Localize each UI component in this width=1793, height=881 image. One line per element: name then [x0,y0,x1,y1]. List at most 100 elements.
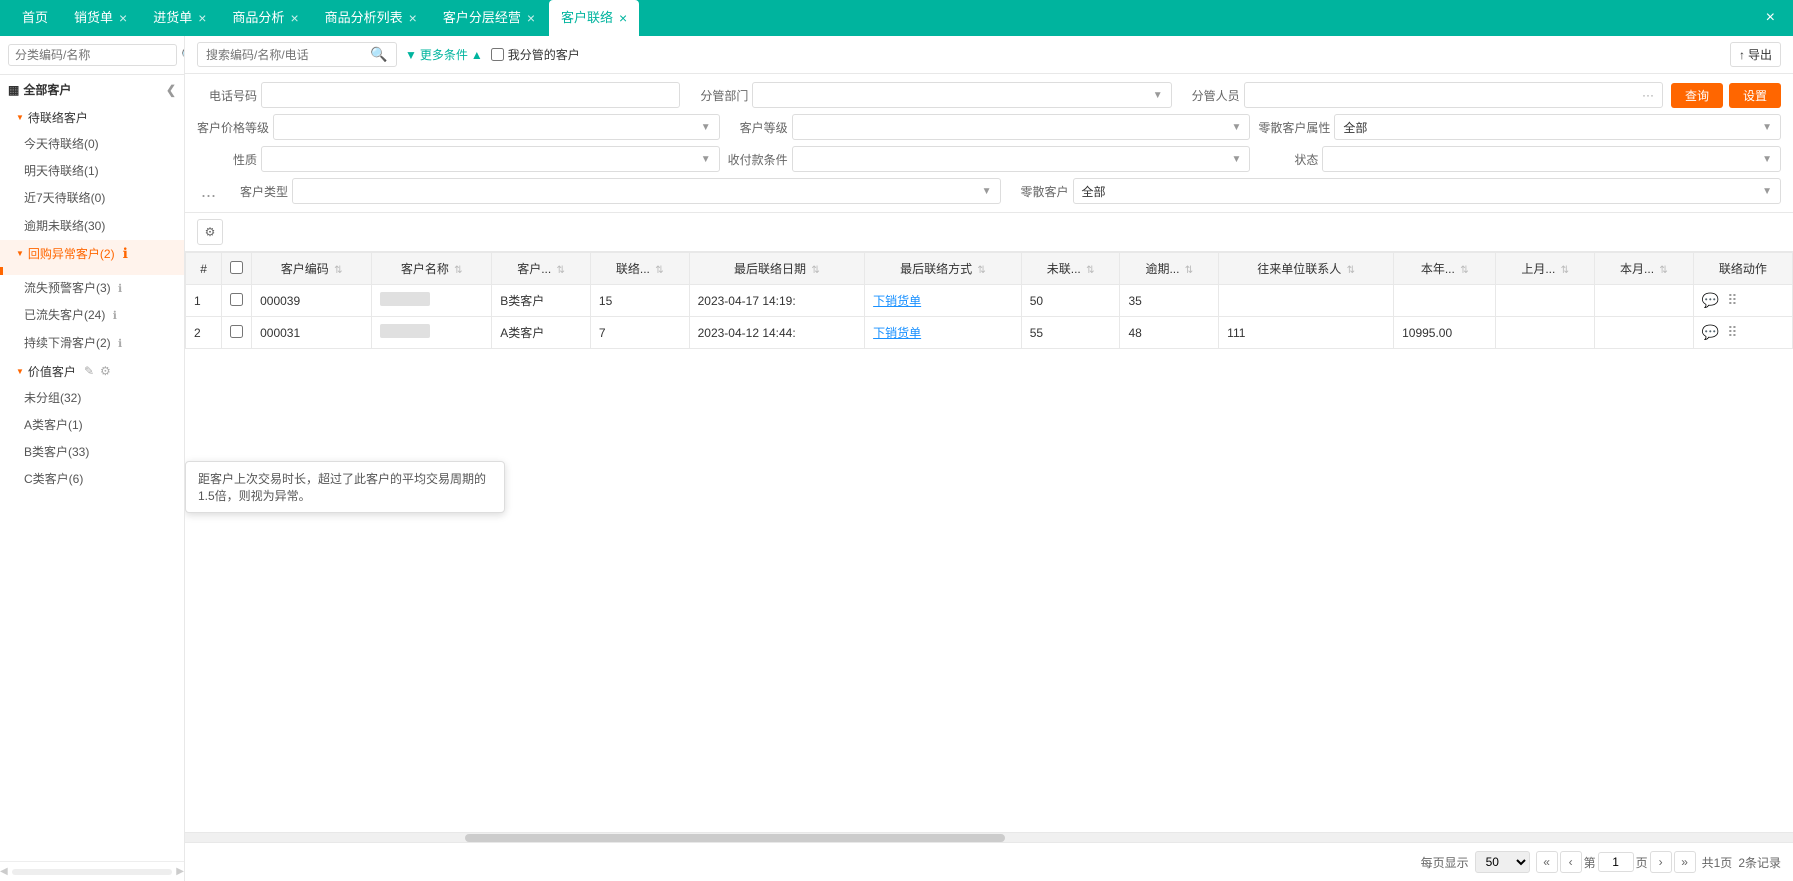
sidebar: 🔍 ▦ 全部客户 ❮ ▼ 待联络客户 今天待联络(0) 明天待联络(1) [0,36,185,881]
th-not-contact[interactable]: 未联... ⇅ [1021,253,1120,285]
more-action-icon-2[interactable]: ⠿ [1727,324,1737,341]
filter-search-icon[interactable]: 🔍 [370,46,387,63]
select-all-checkbox[interactable] [230,261,243,274]
next-page-btn[interactable]: › [1650,851,1672,873]
sidebar-fold-icon[interactable]: ❮ [166,83,176,97]
nav-sales[interactable]: 销货单 × [62,0,139,36]
status-select[interactable]: ▼ [1322,146,1781,172]
info-icon-3: ℹ [113,310,117,322]
content-area: 🔍 ▼ 更多条件 ▲ 我分管的客户 ↑ 导出 电话号码 [185,36,1793,881]
contact-icon-2[interactable]: 💬 [1702,324,1719,341]
person-select[interactable]: ··· [1244,82,1663,108]
filter-search-input[interactable] [206,48,366,62]
sidebar-item-class-c[interactable]: C类客户(6) [0,466,184,493]
method-link-2[interactable]: 下销货单 [873,326,921,340]
expand-icon-3: ▼ [16,367,24,376]
nav-purchase[interactable]: 进货单 × [141,0,218,36]
th-overdue[interactable]: 逾期... ⇅ [1120,253,1219,285]
sort-name-icon: ⇅ [454,265,462,276]
first-page-btn[interactable]: « [1536,851,1558,873]
td-contact-1: 15 [590,285,689,317]
th-code[interactable]: 客户编码 ⇅ [252,253,372,285]
contact-icon-1[interactable]: 💬 [1702,292,1719,309]
scrollbar-thumb[interactable] [465,834,1005,842]
retail-attr-select[interactable]: 全部 ▼ [1334,114,1781,140]
sidebar-item-overdue[interactable]: 逾期未联络(30) [0,213,184,240]
payment-select[interactable]: ▼ [792,146,1251,172]
more-action-icon-1[interactable]: ⠿ [1727,292,1737,309]
pending-group-label: 待联络客户 [28,109,88,126]
more-dots-btn[interactable]: ... [197,181,220,202]
retail-customer-select[interactable]: 全部 ▼ [1073,178,1782,204]
sidebar-all-customers[interactable]: ▦ 全部客户 ❮ [0,75,184,104]
sidebar-item-7days[interactable]: 近7天待联络(0) [0,185,184,212]
th-category[interactable]: 客户... ⇅ [492,253,591,285]
row1-checkbox[interactable] [230,293,243,306]
sidebar-item-class-a[interactable]: A类客户(1) [0,412,184,439]
sidebar-group-value-title[interactable]: ▼ 价值客户 ✎ ⚙ [0,358,184,385]
table-settings-icon[interactable]: ⚙ [197,219,223,245]
nav-product-analysis-list-close[interactable]: × [409,0,417,36]
row2-checkbox[interactable] [230,325,243,338]
per-page-select[interactable]: 50 100 200 [1475,851,1530,873]
gender-select[interactable]: ▼ [261,146,720,172]
nav-product-analysis[interactable]: 商品分析 × [220,0,310,36]
sidebar-all-customers-label: 全部客户 [23,81,71,98]
nav-customer-contact[interactable]: 客户联络 × [549,0,639,36]
th-this-month[interactable]: 本月... ⇅ [1595,253,1694,285]
sidebar-group-value: ▼ 价值客户 ✎ ⚙ 未分组(32) A类客户(1) B类客户(33) C类客户… [0,358,184,494]
customer-type-select[interactable]: ▼ [292,178,1001,204]
sidebar-group-repurchase-title[interactable]: ▼ 回购异常客户(2) ℹ [0,240,184,267]
export-label: 导出 [1748,46,1772,63]
th-last-month[interactable]: 上月... ⇅ [1496,253,1595,285]
sidebar-item-declining[interactable]: 持续下滑客户(2) ℹ [0,330,184,358]
nav-product-analysis-list[interactable]: 商品分析列表 × [313,0,429,36]
th-name[interactable]: 客户名称 ⇅ [372,253,492,285]
query-button[interactable]: 查询 [1671,83,1723,108]
nav-customer-tier[interactable]: 客户分层经营 × [431,0,547,36]
sidebar-item-today[interactable]: 今天待联络(0) [0,131,184,158]
scroll-right-icon[interactable]: ▶ [176,866,184,877]
th-last-contact-date[interactable]: 最后联络日期 ⇅ [689,253,865,285]
sidebar-item-tomorrow[interactable]: 明天待联络(1) [0,158,184,185]
price-grade-select[interactable]: ▼ [273,114,720,140]
nav-customer-tier-close[interactable]: × [527,0,535,36]
sidebar-item-class-b[interactable]: B类客户(33) [0,439,184,466]
nav-home[interactable]: 首页 [10,0,60,36]
filter-retail-attr: 零散客户属性 全部 ▼ [1258,114,1781,140]
scroll-left-icon[interactable]: ◀ [0,866,8,877]
nav-sales-close[interactable]: × [119,0,127,36]
window-close-button[interactable]: × [1758,9,1783,27]
page-suffix: 页 [1636,854,1648,871]
sidebar-search-input[interactable] [8,44,177,66]
export-button[interactable]: ↑ 导出 [1730,42,1781,67]
settings-button[interactable]: 设置 [1729,83,1781,108]
my-customers-checkbox[interactable] [491,48,504,61]
sidebar-item-lost[interactable]: 已流失客户(24) ℹ [0,302,184,330]
edit-icon[interactable]: ✎ [84,364,94,378]
th-last-contact-method[interactable]: 最后联络方式 ⇅ [865,253,1022,285]
dept-select[interactable]: ▼ [752,82,1171,108]
nav-customer-contact-close[interactable]: × [619,0,627,36]
nav-product-analysis-close[interactable]: × [290,0,298,36]
last-page-btn[interactable]: » [1674,851,1696,873]
sidebar-item-ungrouped[interactable]: 未分组(32) [0,385,184,412]
td-name-1 [372,285,492,317]
horizontal-scrollbar[interactable] [185,832,1793,842]
settings-icon[interactable]: ⚙ [100,364,111,378]
more-conditions-btn[interactable]: ▼ 更多条件 ▲ [405,46,483,63]
sidebar-item-loss-warning[interactable]: 流失预警客户(3) ℹ [0,275,184,303]
th-this-year[interactable]: 本年... ⇅ [1394,253,1496,285]
filter-customer-type: 客户类型 ▼ [228,178,1001,204]
sidebar-group-pending-title[interactable]: ▼ 待联络客户 [0,104,184,131]
phone-input[interactable] [261,82,680,108]
customer-grade-select[interactable]: ▼ [792,114,1251,140]
page-input[interactable] [1598,852,1634,872]
filter-row-3: 性质 ▼ 收付款条件 ▼ 状态 [197,146,1781,172]
th-contact[interactable]: 联络... ⇅ [590,253,689,285]
th-history-contact[interactable]: 往来单位联系人 ⇅ [1219,253,1394,285]
prev-page-btn[interactable]: ‹ [1560,851,1582,873]
method-link-1[interactable]: 下销货单 [873,294,921,308]
nav-purchase-close[interactable]: × [198,0,206,36]
sidebar-item-repurchase-active[interactable] [0,267,184,275]
